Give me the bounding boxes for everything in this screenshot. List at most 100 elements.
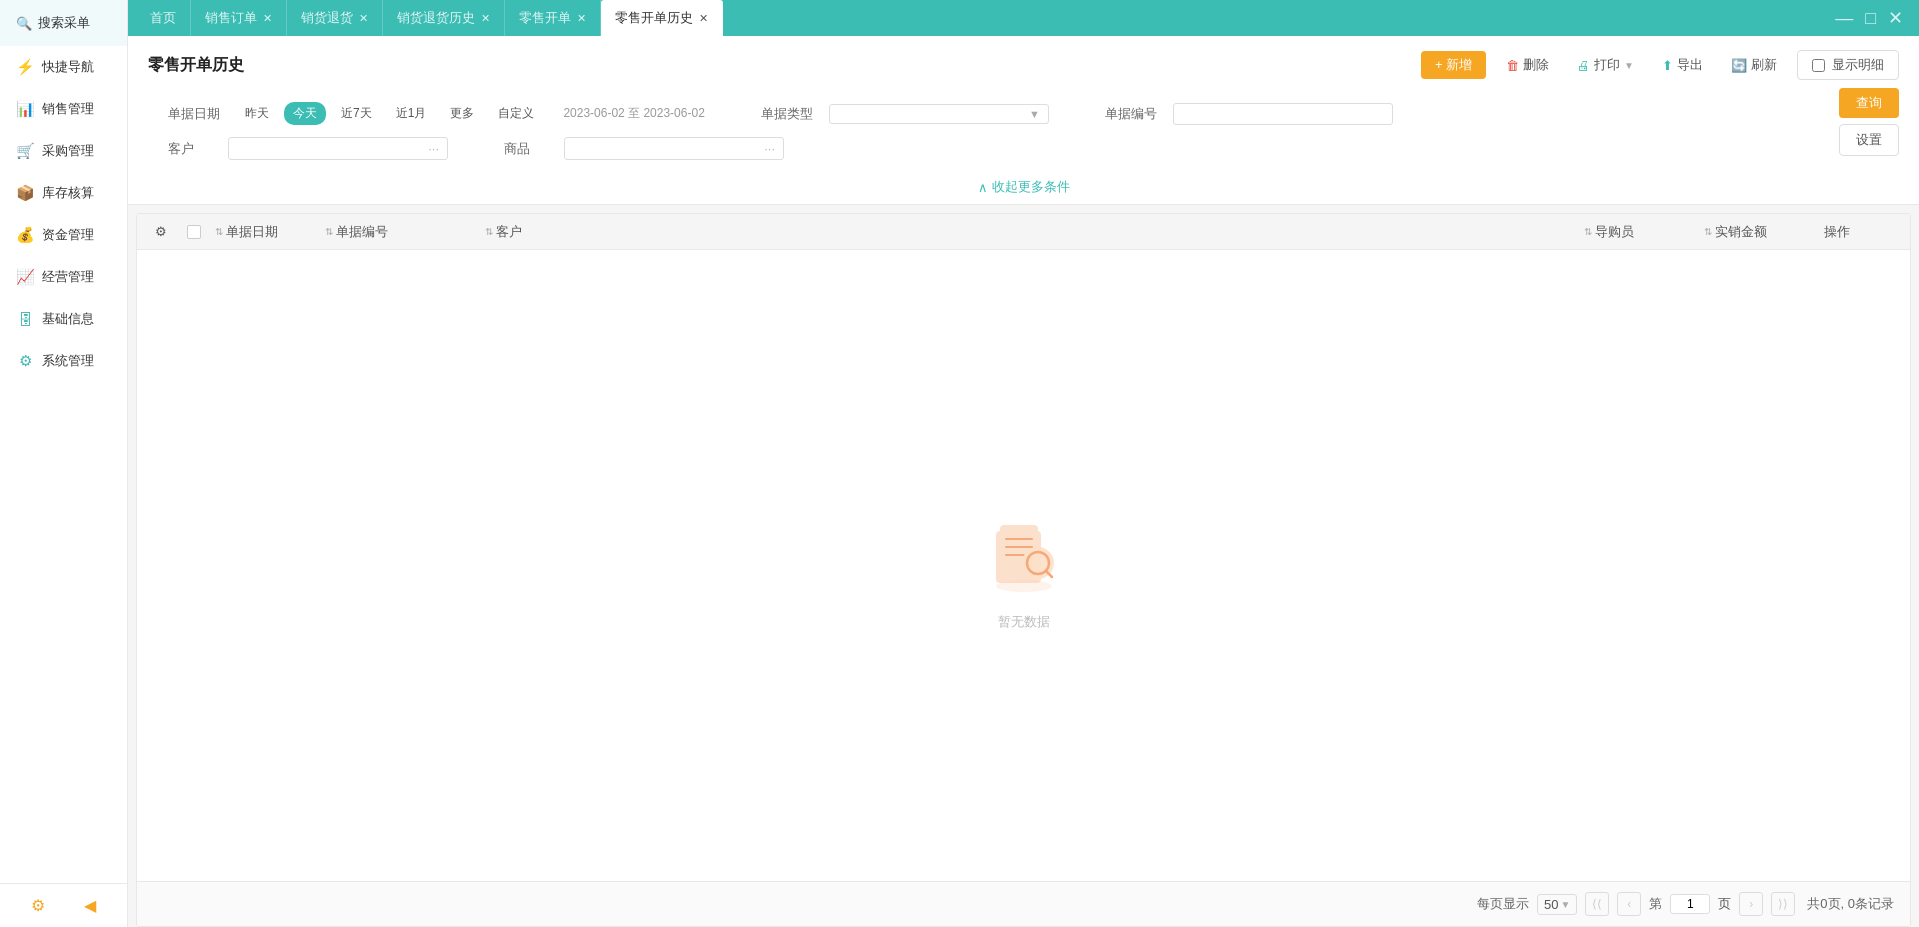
tab-home-label: 首页 [150, 9, 176, 27]
date-range-display: 2023-06-02 至 2023-06-02 [563, 105, 704, 122]
page-prev-btn[interactable]: ‹ [1617, 892, 1641, 916]
trending-icon: 📈 [16, 268, 34, 286]
tab-home[interactable]: 首页 [136, 0, 191, 36]
delete-icon: 🗑 [1506, 58, 1519, 73]
tab-retail-history-close[interactable]: ✕ [699, 13, 708, 24]
window-minimize[interactable]: — [1835, 8, 1853, 29]
customer-dots[interactable]: ··· [428, 141, 439, 156]
add-button[interactable]: + 新增 [1421, 51, 1486, 79]
date-btn-more[interactable]: 更多 [441, 102, 483, 125]
sort-icon-billno[interactable]: ⇅ [325, 226, 333, 237]
sidebar-item-jingying[interactable]: 📈 经营管理 [0, 256, 127, 298]
date-btn-last1m[interactable]: 近1月 [387, 102, 436, 125]
customer-select[interactable]: ··· [228, 137, 448, 160]
tab-retail-history[interactable]: 零售开单历史 ✕ [601, 0, 723, 36]
export-button[interactable]: ⬆ 导出 [1654, 52, 1711, 78]
query-button[interactable]: 查询 [1839, 88, 1899, 118]
table-col-customer: ⇅ 客户 [479, 215, 1578, 249]
print-icon: 🖨 [1577, 58, 1590, 73]
tab-sales-return[interactable]: 销货退货 ✕ [287, 0, 383, 36]
bill-no-input[interactable] [1173, 103, 1393, 125]
filter-area: 单据日期 昨天 今天 近7天 近1月 更多 自定义 2023-06-02 至 2… [148, 92, 1899, 204]
page-size-dropdown-icon: ▼ [1560, 899, 1570, 910]
cart-icon: 🛒 [16, 142, 34, 160]
table-col-ops: 操作 [1818, 215, 1898, 249]
date-btn-yesterday[interactable]: 昨天 [236, 102, 278, 125]
sort-icon-amount[interactable]: ⇅ [1704, 226, 1712, 237]
display-cols-checkbox[interactable] [1812, 59, 1825, 72]
sidebar-item-label: 采购管理 [42, 142, 94, 160]
page-first-btn[interactable]: ⟨⟨ [1585, 892, 1609, 916]
col-billno-label: 单据编号 [336, 223, 388, 241]
bill-type-select[interactable]: ▼ [829, 104, 1049, 124]
page-size-select[interactable]: 50 ▼ [1537, 894, 1577, 915]
date-btn-today[interactable]: 今天 [284, 102, 326, 125]
page-number-input[interactable] [1670, 894, 1710, 914]
select-all-checkbox[interactable] [187, 225, 201, 239]
query-btn-area: 查询 设置 [1839, 88, 1899, 156]
sidebar-search[interactable]: 🔍 搜索采单 [0, 0, 127, 46]
page-total: 共0页, 0条记录 [1807, 895, 1894, 913]
tab-sales-return-history-close[interactable]: ✕ [481, 13, 490, 24]
content-area: 零售开单历史 + 新增 🗑 删除 🖨 打印 ▼ ⬆ [128, 36, 1919, 927]
goods-dots[interactable]: ··· [764, 141, 775, 156]
col-ops-label: 操作 [1824, 223, 1850, 241]
tab-sales-return-history-label: 销货退货历史 [397, 9, 475, 27]
sidebar-item-caigou[interactable]: 🛒 采购管理 [0, 130, 127, 172]
page-title-row: 零售开单历史 + 新增 🗑 删除 🖨 打印 ▼ ⬆ [148, 50, 1899, 80]
page-title: 零售开单历史 [148, 55, 244, 76]
filter-row-1: 单据日期 昨天 今天 近7天 近1月 更多 自定义 2023-06-02 至 2… [168, 102, 1879, 125]
settings-icon[interactable]: ⚙ [31, 896, 45, 915]
table-header: ⚙ ⇅ 单据日期 ⇅ 单据编号 ⇅ 客户 ⇅ [137, 214, 1910, 250]
tab-sales-order[interactable]: 销售订单 ✕ [191, 0, 287, 36]
table-col-amount: ⇅ 实销金额 [1698, 215, 1818, 249]
tab-retail-open[interactable]: 零售开单 ✕ [505, 0, 601, 36]
page-size-value: 50 [1544, 897, 1558, 912]
bill-type-label: 单据类型 [761, 105, 813, 123]
sidebar-search-label: 搜索采单 [38, 14, 90, 32]
sidebar-item-xiaoshou[interactable]: 📊 销售管理 [0, 88, 127, 130]
tab-sales-return-close[interactable]: ✕ [359, 13, 368, 24]
sort-icon-date[interactable]: ⇅ [215, 226, 223, 237]
window-close[interactable]: ✕ [1888, 7, 1903, 29]
table-settings-icon[interactable]: ⚙ [155, 224, 167, 239]
page-last-btn[interactable]: ⟩⟩ [1771, 892, 1795, 916]
window-maximize[interactable]: □ [1865, 8, 1876, 29]
date-btn-last7[interactable]: 近7天 [332, 102, 381, 125]
tab-bar: 首页 销售订单 ✕ 销货退货 ✕ 销货退货历史 ✕ 零售开单 ✕ 零售开单历史 … [128, 0, 1919, 36]
date-btn-custom[interactable]: 自定义 [489, 102, 543, 125]
collapse-label: 收起更多条件 [992, 178, 1070, 196]
tab-sales-order-close[interactable]: ✕ [263, 13, 272, 24]
sidebar-item-xitong[interactable]: ⚙ 系统管理 [0, 340, 127, 382]
bill-no-label: 单据编号 [1105, 105, 1157, 123]
tab-sales-return-history[interactable]: 销货退货历史 ✕ [383, 0, 505, 36]
sidebar-item-zijin[interactable]: 💰 资金管理 [0, 214, 127, 256]
bill-type-dropdown-icon: ▼ [1029, 108, 1040, 120]
print-button[interactable]: 🖨 打印 ▼ [1569, 52, 1642, 78]
sort-icon-salesperson[interactable]: ⇅ [1584, 226, 1592, 237]
refresh-button[interactable]: 🔄 刷新 [1723, 52, 1785, 78]
sidebar-item-jichu[interactable]: 🗄 基础信息 [0, 298, 127, 340]
filter-row-2: 客户 ··· 商品 ··· [168, 137, 1879, 160]
tab-sales-return-label: 销货退货 [301, 9, 353, 27]
page-next-btn[interactable]: › [1739, 892, 1763, 916]
sidebar-item-label: 库存核算 [42, 184, 94, 202]
collapse-up-icon: ∧ [978, 180, 988, 195]
page-header: 零售开单历史 + 新增 🗑 删除 🖨 打印 ▼ ⬆ [128, 36, 1919, 205]
delete-button[interactable]: 🗑 删除 [1498, 52, 1557, 78]
table-col-billno: ⇅ 单据编号 [319, 215, 479, 249]
money-icon: 💰 [16, 226, 34, 244]
sidebar-item-kuaijie[interactable]: ⚡ 快捷导航 [0, 46, 127, 88]
filter-settings-button[interactable]: 设置 [1839, 124, 1899, 156]
collapse-bar[interactable]: ∧ 收起更多条件 [168, 172, 1879, 204]
sidebar-item-kucun[interactable]: 📦 库存核算 [0, 172, 127, 214]
tab-retail-open-close[interactable]: ✕ [577, 13, 586, 24]
collapse-sidebar-icon[interactable]: ◀ [84, 896, 96, 915]
export-icon: ⬆ [1662, 58, 1673, 73]
col-amount-label: 实销金额 [1715, 223, 1767, 241]
add-button-label: + 新增 [1435, 56, 1472, 74]
display-cols-button[interactable]: 显示明细 [1797, 50, 1899, 80]
refresh-button-label: 刷新 [1751, 56, 1777, 74]
sort-icon-customer[interactable]: ⇅ [485, 226, 493, 237]
goods-select[interactable]: ··· [564, 137, 784, 160]
